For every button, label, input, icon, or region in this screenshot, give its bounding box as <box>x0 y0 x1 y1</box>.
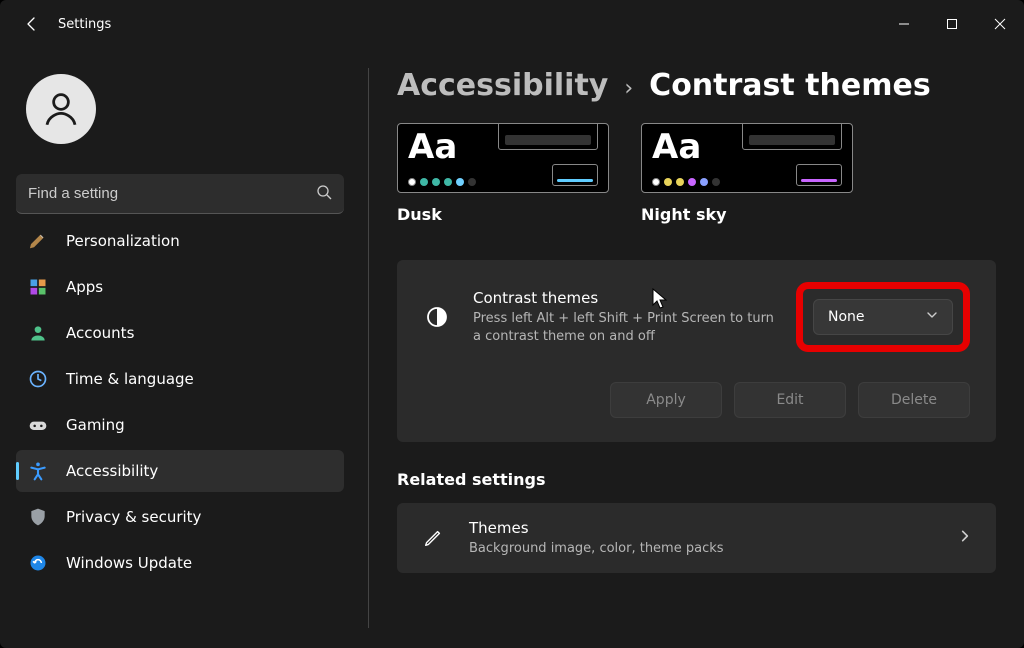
paintbrush-icon <box>28 231 48 251</box>
theme-preview-label: Night sky <box>641 205 853 224</box>
sidebar-item-label: Accessibility <box>66 462 158 480</box>
sidebar-item-personalization[interactable]: Personalization <box>16 226 344 262</box>
setting-description: Press left Alt + left Shift + Print Scre… <box>473 310 774 345</box>
sidebar-item-apps[interactable]: Apps <box>16 266 344 308</box>
preview-swatches-icon <box>408 178 476 186</box>
sidebar-item-accessibility[interactable]: Accessibility <box>16 450 344 492</box>
content-area: Accessibility › Contrast themes Aa <box>360 48 1024 648</box>
search-input[interactable] <box>28 185 316 202</box>
minimize-button[interactable] <box>880 0 928 48</box>
accessibility-icon <box>28 461 48 481</box>
dropdown-value: None <box>828 309 865 325</box>
window-controls <box>880 0 1024 48</box>
theme-preview-dusk[interactable]: Aa Dusk <box>397 123 609 224</box>
window-title: Settings <box>58 17 111 32</box>
back-button[interactable] <box>10 2 54 46</box>
apps-icon <box>28 277 48 297</box>
theme-preview-night-sky[interactable]: Aa Night sky <box>641 123 853 224</box>
sidebar-item-label: Windows Update <box>66 554 192 572</box>
sidebar-item-label: Personalization <box>66 232 180 250</box>
preview-swatches-icon <box>652 178 720 186</box>
sidebar-item-label: Time & language <box>66 370 194 388</box>
pen-icon <box>421 526 445 550</box>
chevron-right-icon: › <box>624 76 633 101</box>
link-title: Themes <box>469 519 724 537</box>
setting-title: Contrast themes <box>473 289 774 307</box>
clock-globe-icon <box>28 369 48 389</box>
sidebar-item-windows-update[interactable]: Windows Update <box>16 542 344 584</box>
search-icon <box>316 184 332 204</box>
delete-button[interactable]: Delete <box>858 382 970 418</box>
sidebar-item-time-language[interactable]: Time & language <box>16 358 344 400</box>
theme-previews: Aa Dusk <box>397 123 996 224</box>
settings-window: Settings <box>0 0 1024 648</box>
person-icon <box>28 323 48 343</box>
sidebar-item-label: Privacy & security <box>66 508 201 526</box>
gamepad-icon <box>28 415 48 435</box>
preview-mockup-icon <box>796 164 842 186</box>
sidebar-item-privacy[interactable]: Privacy & security <box>16 496 344 538</box>
shield-icon <box>28 507 48 527</box>
breadcrumb: Accessibility › Contrast themes <box>397 68 996 103</box>
sidebar-item-label: Gaming <box>66 416 125 434</box>
page-title: Contrast themes <box>649 68 931 103</box>
sidebar-item-label: Apps <box>66 278 103 296</box>
chevron-down-icon <box>926 309 938 325</box>
title-bar: Settings <box>0 0 1024 48</box>
sidebar-item-accounts[interactable]: Accounts <box>16 312 344 354</box>
search-field[interactable] <box>16 174 344 214</box>
contrast-themes-card: Contrast themes Press left Alt + left Sh… <box>397 260 996 442</box>
chevron-right-icon <box>958 529 972 547</box>
themes-link-card[interactable]: Themes Background image, color, theme pa… <box>397 503 996 573</box>
user-avatar[interactable] <box>26 74 96 144</box>
edit-button[interactable]: Edit <box>734 382 846 418</box>
nav-list: Personalization Apps Accounts <box>16 226 344 632</box>
related-settings-heading: Related settings <box>397 470 996 489</box>
apply-button[interactable]: Apply <box>610 382 722 418</box>
sidebar-item-label: Accounts <box>66 324 134 342</box>
breadcrumb-parent[interactable]: Accessibility <box>397 68 608 103</box>
half-circle-icon <box>423 303 451 331</box>
contrast-theme-dropdown[interactable]: None <box>813 299 953 335</box>
link-description: Background image, color, theme packs <box>469 540 724 558</box>
preview-mockup-icon <box>552 164 598 186</box>
sidebar: Personalization Apps Accounts <box>0 48 360 648</box>
sidebar-item-gaming[interactable]: Gaming <box>16 404 344 446</box>
preview-mockup-icon <box>498 123 598 150</box>
update-icon <box>28 553 48 573</box>
highlight-annotation: None <box>796 282 970 352</box>
close-button[interactable] <box>976 0 1024 48</box>
theme-preview-label: Dusk <box>397 205 609 224</box>
maximize-button[interactable] <box>928 0 976 48</box>
preview-mockup-icon <box>742 123 842 150</box>
